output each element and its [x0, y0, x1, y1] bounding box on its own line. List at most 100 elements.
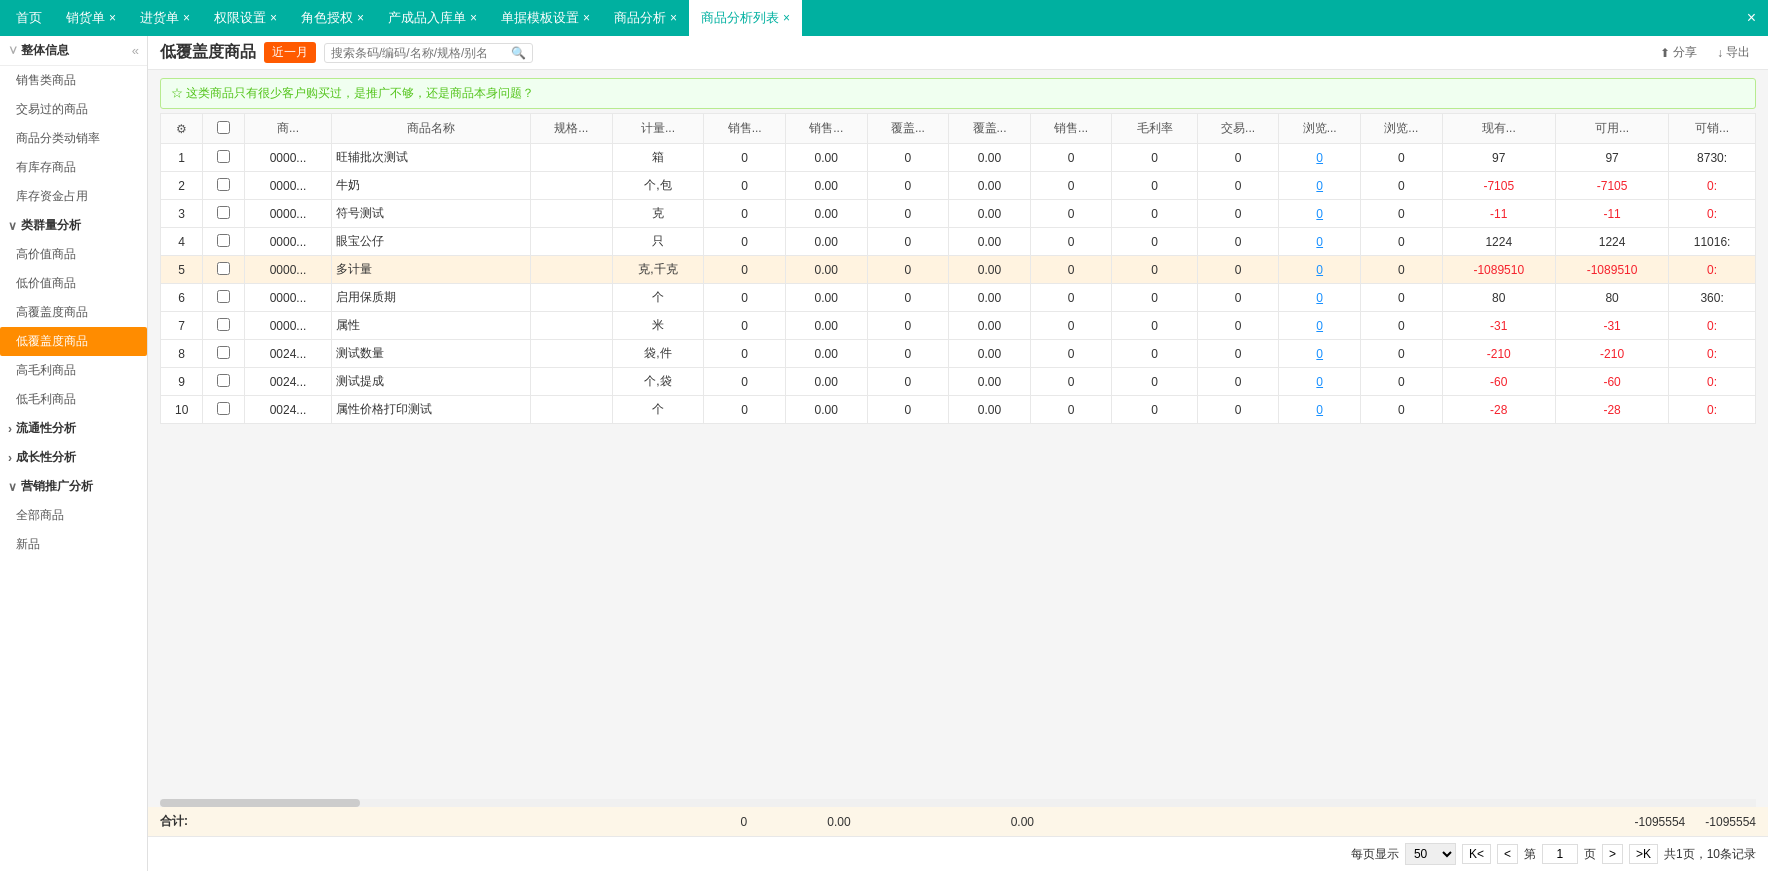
sidebar-item-stock-capital[interactable]: 库存资金占用 [0, 182, 147, 211]
export-icon: ↓ [1717, 46, 1723, 60]
nav-close-warehouse[interactable]: × [470, 11, 477, 25]
sidebar-item-low-margin[interactable]: 低毛利商品 [0, 385, 147, 414]
row-browse1[interactable]: 0 [1279, 172, 1361, 200]
sidebar-item-all-goods[interactable]: 全部商品 [0, 501, 147, 530]
row-checkbox[interactable] [203, 312, 245, 340]
row-transaction: 0 [1197, 228, 1279, 256]
row-coverage2: 0.00 [949, 396, 1031, 424]
share-button[interactable]: ⬆ 分享 [1654, 42, 1703, 63]
row-checkbox[interactable] [203, 228, 245, 256]
nav-close-purchase-order[interactable]: × [183, 11, 190, 25]
row-unit: 米 [612, 312, 704, 340]
row-gross-margin: 0 [1112, 368, 1197, 396]
sidebar-section-group-analysis[interactable]: ∨ 类群量分析 [0, 211, 147, 240]
row-checkbox[interactable] [203, 200, 245, 228]
row-gross-margin: 0 [1112, 228, 1197, 256]
row-browse1[interactable]: 0 [1279, 396, 1361, 424]
row-browse1[interactable]: 0 [1279, 312, 1361, 340]
row-coverage2: 0.00 [949, 284, 1031, 312]
sidebar-item-high-coverage[interactable]: 高覆盖度商品 [0, 298, 147, 327]
row-checkbox[interactable] [203, 172, 245, 200]
row-browse1[interactable]: 0 [1279, 368, 1361, 396]
first-page-button[interactable]: K< [1462, 844, 1491, 864]
sidebar-item-new-goods[interactable]: 新品 [0, 530, 147, 559]
select-all-checkbox[interactable] [217, 121, 230, 134]
row-checkbox[interactable] [203, 368, 245, 396]
last-page-button[interactable]: >K [1629, 844, 1658, 864]
row-available: -11 [1555, 200, 1668, 228]
scroll-thumb[interactable] [160, 799, 360, 807]
sidebar-item-low-coverage[interactable]: 低覆盖度商品 [0, 327, 147, 356]
row-available: -7105 [1555, 172, 1668, 200]
nav-product-analysis[interactable]: 商品分析 × [602, 0, 689, 36]
row-sellable: 0: [1669, 340, 1756, 368]
sidebar-section-growth[interactable]: › 成长性分析 [0, 443, 147, 472]
col-settings[interactable]: ⚙ [161, 114, 203, 144]
nav-close-analysis-list[interactable]: × [783, 11, 790, 25]
sidebar: ∨ 整体信息 « 销售类商品 交易过的商品 商品分类动销率 有库存商品 库存资金… [0, 36, 148, 871]
sidebar-collapse-btn[interactable]: « [132, 43, 139, 58]
row-browse2: 0 [1361, 256, 1443, 284]
row-browse1[interactable]: 0 [1279, 200, 1361, 228]
nav-permission-settings[interactable]: 权限设置 × [202, 0, 289, 36]
row-browse1[interactable]: 0 [1279, 284, 1361, 312]
row-sellable: 0: [1669, 200, 1756, 228]
sidebar-item-high-value[interactable]: 高价值商品 [0, 240, 147, 269]
row-num: 1 [161, 144, 203, 172]
sidebar-item-high-margin[interactable]: 高毛利商品 [0, 356, 147, 385]
sidebar-item-sales-goods[interactable]: 销售类商品 [0, 66, 147, 95]
row-gross-margin: 0 [1112, 396, 1197, 424]
window-close-button[interactable]: × [1739, 9, 1764, 27]
nav-purchase-order[interactable]: 进货单 × [128, 0, 202, 36]
sidebar-section-marketing[interactable]: ∨ 营销推广分析 [0, 472, 147, 501]
row-checkbox[interactable] [203, 284, 245, 312]
prev-page-button[interactable]: < [1497, 844, 1518, 864]
row-sales-qty: 0 [704, 228, 786, 256]
search-icon[interactable]: 🔍 [511, 46, 526, 60]
nav-close-role[interactable]: × [357, 11, 364, 25]
next-page-button[interactable]: > [1602, 844, 1623, 864]
row-browse1[interactable]: 0 [1279, 340, 1361, 368]
sidebar-item-category-rate[interactable]: 商品分类动销率 [0, 124, 147, 153]
page-number-input[interactable] [1542, 844, 1578, 864]
nav-close-sales-order[interactable]: × [109, 11, 116, 25]
page-suffix: 页 [1584, 846, 1596, 863]
row-browse1[interactable]: 0 [1279, 144, 1361, 172]
row-checkbox[interactable] [203, 144, 245, 172]
row-name: 旺辅批次测试 [331, 144, 530, 172]
sidebar-item-low-value[interactable]: 低价值商品 [0, 269, 147, 298]
nav-sales-order[interactable]: 销货单 × [54, 0, 128, 36]
col-available: 可用... [1555, 114, 1668, 144]
row-sales-amt: 0.00 [785, 340, 867, 368]
row-code: 0000... [245, 144, 332, 172]
time-filter-button[interactable]: 近一月 [264, 42, 316, 63]
nav-role-auth[interactable]: 角色授权 × [289, 0, 376, 36]
col-browse2: 浏览... [1361, 114, 1443, 144]
row-name: 测试提成 [331, 368, 530, 396]
horizontal-scrollbar[interactable] [160, 799, 1756, 807]
nav-home[interactable]: 首页 [4, 0, 54, 36]
sidebar-item-traded-goods[interactable]: 交易过的商品 [0, 95, 147, 124]
sidebar-item-stock-goods[interactable]: 有库存商品 [0, 153, 147, 182]
nav-close-template[interactable]: × [583, 11, 590, 25]
col-name: 商品名称 [331, 114, 530, 144]
row-browse1[interactable]: 0 [1279, 228, 1361, 256]
page-title: 低覆盖度商品 [160, 42, 256, 63]
nav-close-analysis[interactable]: × [670, 11, 677, 25]
row-browse1[interactable]: 0 [1279, 256, 1361, 284]
data-table-wrapper[interactable]: ⚙ 商... 商品名称 规格... 计量... 销售... 销售... 覆盖..… [160, 113, 1756, 799]
search-input[interactable] [331, 46, 511, 60]
row-coverage2: 0.00 [949, 340, 1031, 368]
sidebar-section-liquidity[interactable]: › 流通性分析 [0, 414, 147, 443]
row-checkbox[interactable] [203, 396, 245, 424]
export-button[interactable]: ↓ 导出 [1711, 42, 1756, 63]
row-gross-margin: 0 [1112, 144, 1197, 172]
nav-close-permission[interactable]: × [270, 11, 277, 25]
row-sales-amt: 0.00 [785, 284, 867, 312]
page-size-select[interactable]: 50 100 200 [1405, 843, 1456, 865]
row-checkbox[interactable] [203, 340, 245, 368]
row-checkbox[interactable] [203, 256, 245, 284]
nav-template-settings[interactable]: 单据模板设置 × [489, 0, 602, 36]
nav-product-warehouse[interactable]: 产成品入库单 × [376, 0, 489, 36]
nav-product-analysis-list[interactable]: 商品分析列表 × [689, 0, 802, 36]
